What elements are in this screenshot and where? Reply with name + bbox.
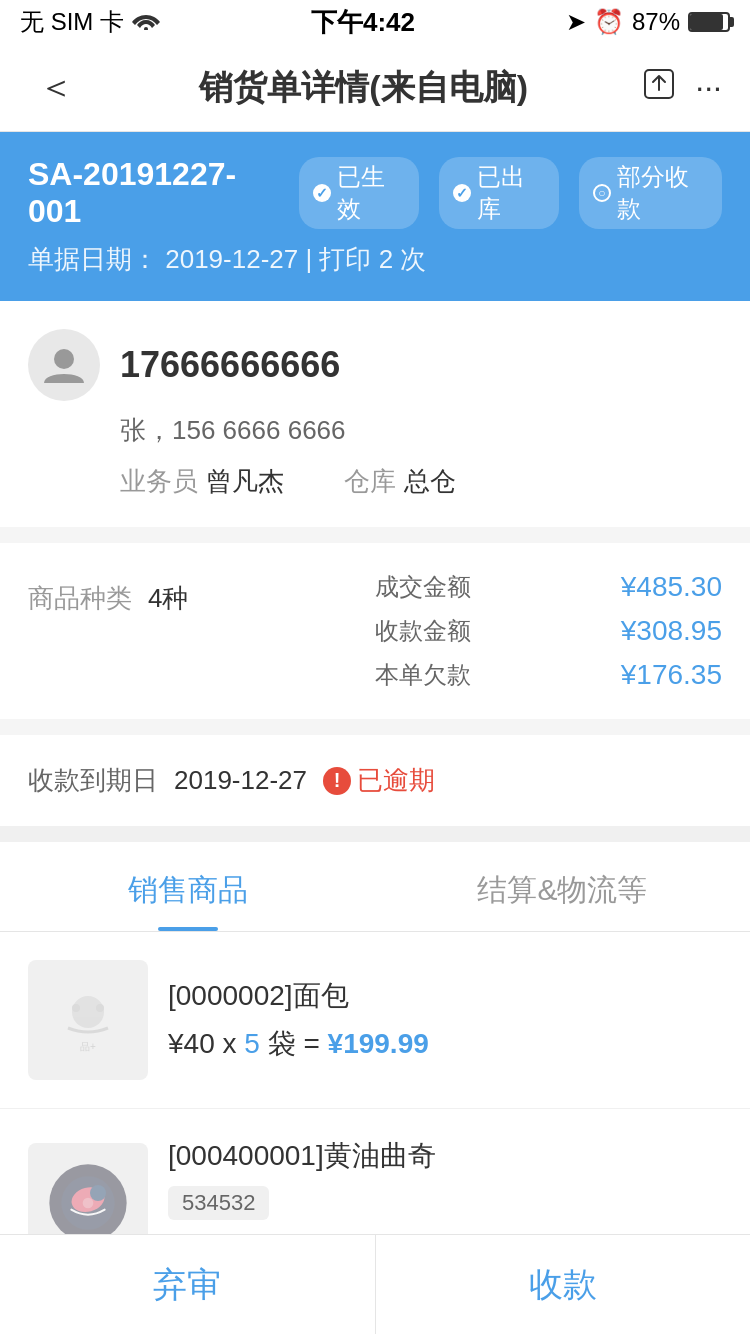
bottom-bar: 弃审 收款	[0, 1234, 750, 1334]
warehouse-info: 仓库 总仓	[344, 464, 456, 499]
received-value: ¥308.95	[621, 615, 722, 647]
order-date-label: 单据日期：	[28, 244, 158, 274]
warehouse-name: 总仓	[404, 464, 456, 499]
clock-icon: ○	[593, 184, 611, 202]
product-qty-1: 5	[244, 1028, 260, 1059]
product-sku-2: 534532	[168, 1186, 269, 1220]
debt-row: 本单欠款 ¥176.35	[375, 659, 722, 691]
more-button[interactable]: ···	[695, 69, 722, 106]
order-date: 2019-12-27	[165, 244, 298, 274]
order-header: SA-20191227-001 ✓ 已生效 ✓ 已出库 ○ 部分收款 单据日期：…	[0, 132, 750, 301]
customer-id: 17666666666	[120, 344, 340, 386]
goods-type-count: 4种	[148, 581, 188, 616]
svg-point-3	[72, 996, 104, 1028]
badge-partial-text: 部分收款	[617, 161, 708, 225]
sales-name: 曾凡杰	[206, 464, 284, 499]
due-label: 收款到期日	[28, 763, 158, 798]
collect-label: 收款	[529, 1262, 597, 1308]
location-icon: ➤	[566, 8, 586, 36]
alarm-icon: ⏰	[594, 8, 624, 36]
tab-divider	[0, 826, 750, 842]
nav-actions: ···	[643, 68, 722, 108]
order-print-info: | 打印 2 次	[305, 244, 426, 274]
svg-text:品+: 品+	[80, 1041, 96, 1052]
share-button[interactable]	[643, 68, 675, 108]
status-bar: 无 SIM 卡 下午4:42 ➤ ⏰ 87%	[0, 0, 750, 44]
nav-bar: ＜ 销货单详情(来自电脑) ···	[0, 44, 750, 132]
svg-point-10	[90, 1185, 106, 1201]
status-time: 下午4:42	[311, 5, 415, 40]
badge-partial: ○ 部分收款	[579, 157, 722, 229]
order-date-row: 单据日期： 2019-12-27 | 打印 2 次	[28, 242, 722, 277]
carrier-text: 无 SIM 卡	[20, 6, 124, 38]
status-carrier: 无 SIM 卡	[20, 6, 160, 38]
stats-right: 成交金额 ¥485.30 收款金额 ¥308.95 本单欠款 ¥176.35	[375, 571, 722, 691]
product-total-1: ¥199.99	[328, 1028, 429, 1059]
customer-section: 17666666666 张，156 6666 6666 业务员 曾凡杰 仓库 总…	[0, 301, 750, 527]
customer-info-row: 业务员 曾凡杰 仓库 总仓	[28, 464, 722, 499]
wifi-icon	[132, 8, 160, 36]
svg-point-2	[54, 349, 74, 369]
tab-settlement-label: 结算&物流等	[477, 873, 647, 906]
due-section: 收款到期日 2019-12-27 ! 已逾期	[0, 735, 750, 826]
list-item: 品+ [0000002]面包 ¥40 x 5 袋 = ¥199.99	[0, 932, 750, 1109]
product-name-1: [0000002]面包	[168, 977, 722, 1015]
collect-button[interactable]: 收款	[376, 1235, 751, 1334]
debt-label: 本单欠款	[375, 659, 471, 691]
tabs: 销售商品 结算&物流等	[0, 842, 750, 932]
badge-shipped-text: 已出库	[477, 161, 545, 225]
check-icon-2: ✓	[453, 184, 471, 202]
badge-activated-text: 已生效	[337, 161, 405, 225]
tab-settlement[interactable]: 结算&物流等	[375, 842, 750, 931]
cancel-review-button[interactable]: 弃审	[0, 1235, 376, 1334]
svg-point-0	[144, 27, 148, 30]
stats-left: 商品种类 4种	[28, 571, 375, 616]
received-label: 收款金额	[375, 615, 471, 647]
status-right: ➤ ⏰ 87%	[566, 8, 730, 36]
stats-section: 商品种类 4种 成交金额 ¥485.30 收款金额 ¥308.95 本单欠款 ¥…	[0, 543, 750, 719]
svg-point-4	[72, 1004, 80, 1012]
check-icon-1: ✓	[313, 184, 331, 202]
product-price-1: ¥40	[168, 1028, 215, 1059]
order-id-row: SA-20191227-001 ✓ 已生效 ✓ 已出库 ○ 部分收款	[28, 156, 722, 230]
badge-activated: ✓ 已生效	[299, 157, 419, 229]
tab-sales-goods[interactable]: 销售商品	[0, 842, 375, 931]
page-title: 销货单详情(来自电脑)	[199, 65, 528, 111]
overdue-icon: !	[323, 767, 351, 795]
overdue-badge: ! 已逾期	[323, 763, 435, 798]
due-date: 2019-12-27	[174, 765, 307, 796]
order-id: SA-20191227-001	[28, 156, 279, 230]
product-name-2: [000400001]黄油曲奇	[168, 1137, 722, 1175]
overdue-text: 已逾期	[357, 763, 435, 798]
product-price-row-1: ¥40 x 5 袋 = ¥199.99	[168, 1025, 722, 1063]
deal-amount-label: 成交金额	[375, 571, 471, 603]
tab-sales-goods-label: 销售商品	[128, 873, 248, 906]
battery-icon	[688, 12, 730, 32]
badge-shipped: ✓ 已出库	[439, 157, 559, 229]
customer-name: 张，156 6666 6666	[28, 413, 722, 448]
deal-amount-row: 成交金额 ¥485.30	[375, 571, 722, 603]
received-row: 收款金额 ¥308.95	[375, 615, 722, 647]
sales-info: 业务员 曾凡杰	[120, 464, 284, 499]
avatar	[28, 329, 100, 401]
product-info-1: [0000002]面包 ¥40 x 5 袋 = ¥199.99	[168, 977, 722, 1063]
debt-value: ¥176.35	[621, 659, 722, 691]
warehouse-label: 仓库	[344, 464, 396, 499]
svg-point-5	[96, 1004, 104, 1012]
goods-type-label: 商品种类	[28, 581, 132, 616]
customer-row: 17666666666	[28, 329, 722, 401]
svg-point-11	[83, 1197, 94, 1208]
cancel-review-label: 弃审	[153, 1262, 221, 1308]
deal-amount-value: ¥485.30	[621, 571, 722, 603]
product-unit-1: 袋	[268, 1028, 296, 1059]
battery-text: 87%	[632, 8, 680, 36]
back-button[interactable]: ＜	[28, 53, 84, 122]
product-image-1: 品+	[28, 960, 148, 1080]
sales-label: 业务员	[120, 464, 198, 499]
